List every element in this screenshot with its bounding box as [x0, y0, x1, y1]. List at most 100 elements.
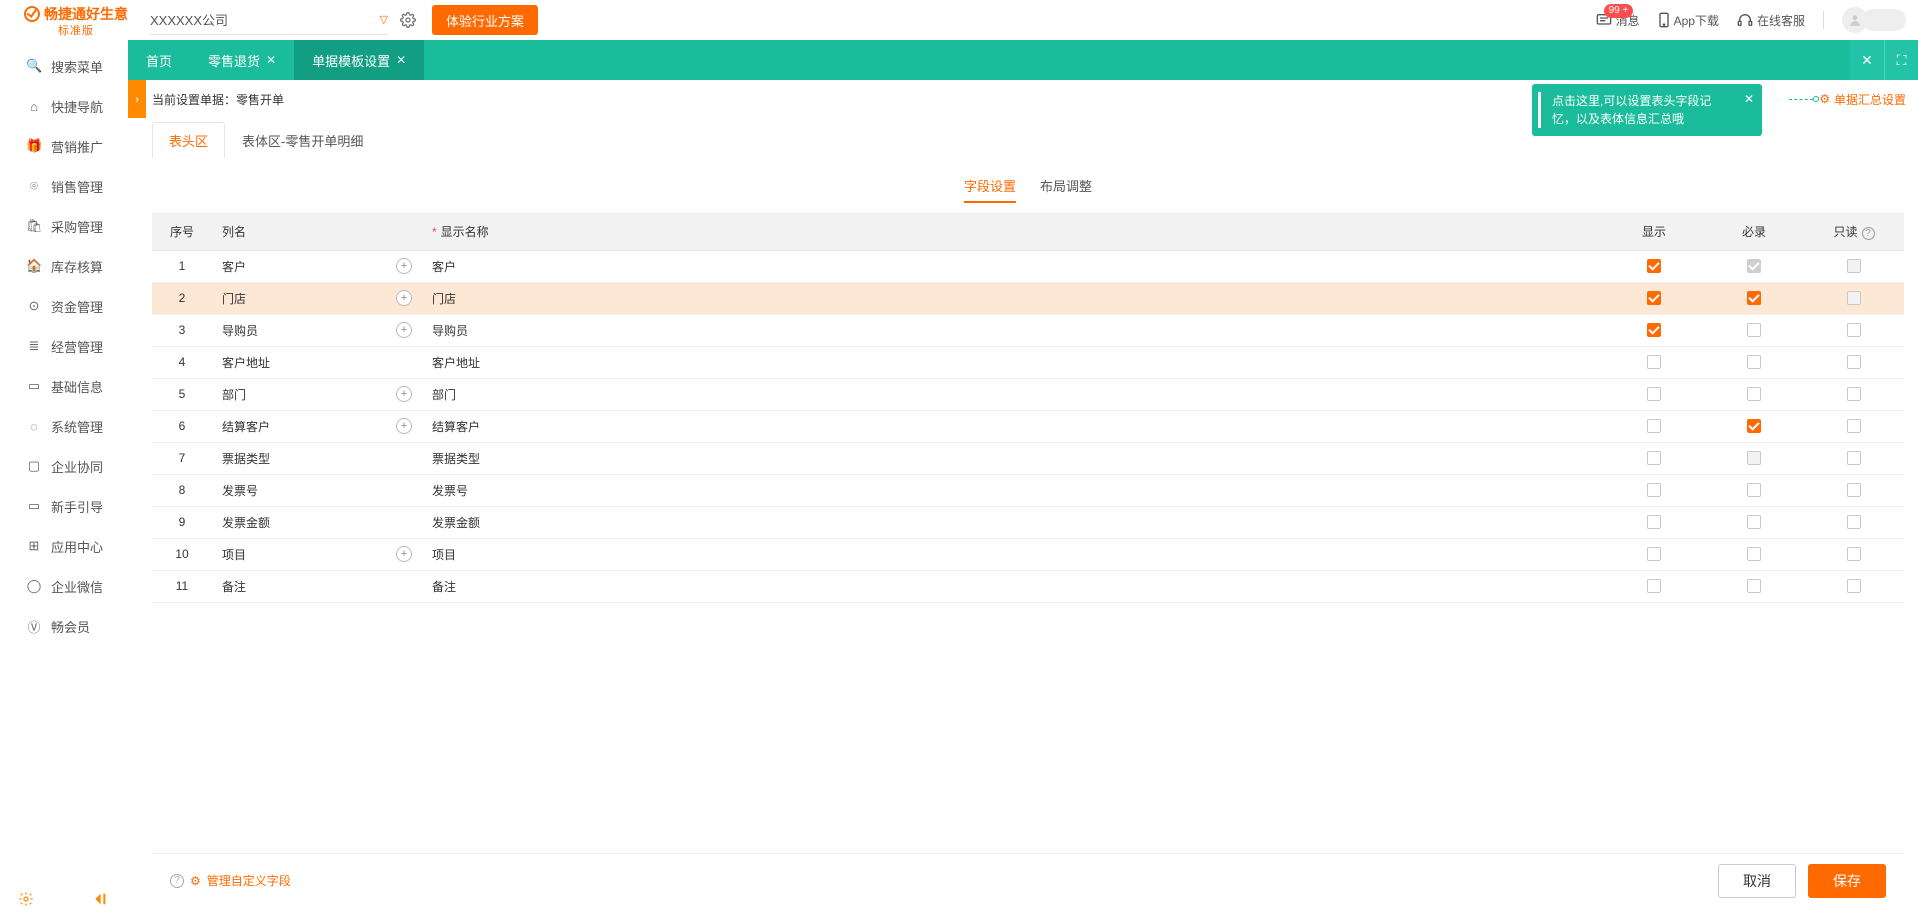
section-tab-0[interactable]: 表头区 [152, 122, 225, 158]
mode-tab-0[interactable]: 字段设置 [964, 176, 1016, 203]
cell-display[interactable]: 客户地址 [422, 346, 1604, 378]
plan-button[interactable]: 体验行业方案 [432, 5, 538, 35]
sidebar-settings-icon[interactable] [18, 891, 34, 907]
app-download-button[interactable]: App下载 [1658, 12, 1719, 29]
add-icon[interactable]: + [396, 418, 412, 434]
cell-display[interactable]: 项目 [422, 538, 1604, 570]
sidebar-item-5[interactable]: 🏠库存核算 [0, 246, 128, 286]
cell-display[interactable]: 发票金额 [422, 506, 1604, 538]
sidebar-item-14[interactable]: Ⓥ畅会员 [0, 606, 128, 646]
checkbox-show[interactable] [1647, 419, 1661, 433]
cell-readonly [1804, 410, 1904, 442]
save-button[interactable]: 保存 [1808, 864, 1886, 898]
messages-button[interactable]: 99 + 消息 [1596, 12, 1640, 29]
sidebar-item-9[interactable]: ◌系统管理 [0, 406, 128, 446]
cell-index: 1 [152, 250, 212, 282]
checkbox-required[interactable] [1747, 579, 1761, 593]
checkbox-readonly[interactable] [1847, 515, 1861, 529]
cell-name: 备注 [212, 570, 422, 602]
checkbox-required[interactable] [1747, 387, 1761, 401]
tooltip-close-icon[interactable]: ✕ [1744, 90, 1754, 108]
checkbox-readonly[interactable] [1847, 451, 1861, 465]
sidebar-item-10[interactable]: ▢企业协同 [0, 446, 128, 486]
checkbox-readonly[interactable] [1847, 387, 1861, 401]
cell-display[interactable]: 部门 [422, 378, 1604, 410]
table-row: 4客户地址客户地址 [152, 346, 1904, 378]
checkbox-show[interactable] [1647, 323, 1661, 337]
sidebar-item-3[interactable]: ⌾销售管理 [0, 166, 128, 206]
sidebar-item-6[interactable]: ⊙资金管理 [0, 286, 128, 326]
summary-settings-link[interactable]: ⚙ 单据汇总设置 [1819, 91, 1906, 108]
gear-icon[interactable] [400, 12, 416, 28]
add-icon[interactable]: + [396, 386, 412, 402]
checkbox-required[interactable] [1747, 291, 1761, 305]
cell-display[interactable]: 结算客户 [422, 410, 1604, 442]
checkbox-readonly[interactable] [1847, 547, 1861, 561]
cell-display[interactable]: 客户 [422, 250, 1604, 282]
user-menu[interactable] [1842, 7, 1906, 33]
checkbox-show[interactable] [1647, 483, 1661, 497]
crumb-expand-icon[interactable]: › [128, 80, 146, 118]
cell-show [1604, 538, 1704, 570]
online-service-button[interactable]: 在线客服 [1737, 12, 1805, 29]
tabbar-fullscreen-button[interactable]: ⛶ [1884, 40, 1918, 80]
checkbox-readonly[interactable] [1847, 355, 1861, 369]
tabbar-close-button[interactable]: ✕ [1850, 40, 1884, 80]
checkbox-required[interactable] [1747, 483, 1761, 497]
cell-display[interactable]: 导购员 [422, 314, 1604, 346]
cell-show [1604, 378, 1704, 410]
sidebar-item-icon: ◯ [26, 578, 42, 594]
checkbox-show[interactable] [1647, 579, 1661, 593]
checkbox-required[interactable] [1747, 355, 1761, 369]
checkbox-readonly[interactable] [1847, 483, 1861, 497]
sidebar-item-8[interactable]: ▭基础信息 [0, 366, 128, 406]
sidebar-item-icon: ▭ [26, 498, 42, 514]
mode-tab-1[interactable]: 布局调整 [1040, 176, 1092, 203]
cell-name: 门店+ [212, 282, 422, 314]
cell-display[interactable]: 票据类型 [422, 442, 1604, 474]
cancel-button[interactable]: 取消 [1718, 864, 1796, 898]
sidebar-item-2[interactable]: 🎁营销推广 [0, 126, 128, 166]
add-icon[interactable]: + [396, 290, 412, 306]
cell-display[interactable]: 备注 [422, 570, 1604, 602]
add-icon[interactable]: + [396, 546, 412, 562]
checkbox-show[interactable] [1647, 355, 1661, 369]
sidebar-item-0[interactable]: 🔍搜索菜单 [0, 46, 128, 86]
add-icon[interactable]: + [396, 322, 412, 338]
section-tab-1[interactable]: 表体区-零售开单明细 [225, 122, 380, 158]
checkbox-show[interactable] [1647, 291, 1661, 305]
cell-display[interactable]: 门店 [422, 282, 1604, 314]
sidebar-collapse-icon[interactable] [94, 892, 110, 906]
checkbox-show[interactable] [1647, 515, 1661, 529]
sidebar-item-label: 应用中心 [51, 537, 103, 556]
sidebar-item-12[interactable]: ⊞应用中心 [0, 526, 128, 566]
checkbox-show[interactable] [1647, 387, 1661, 401]
table-row: 8发票号发票号 [152, 474, 1904, 506]
checkbox-required[interactable] [1747, 419, 1761, 433]
close-icon[interactable]: ✕ [396, 53, 406, 67]
company-select[interactable]: XXXXXX公司 ▽ [150, 5, 388, 35]
checkbox-show[interactable] [1647, 259, 1661, 273]
sidebar-item-11[interactable]: ▭新手引导 [0, 486, 128, 526]
checkbox-show[interactable] [1647, 547, 1661, 561]
checkbox-readonly[interactable] [1847, 579, 1861, 593]
tab-1[interactable]: 零售退货✕ [190, 40, 294, 80]
sidebar-item-7[interactable]: ≣经营管理 [0, 326, 128, 366]
sidebar-item-1[interactable]: ⌂快捷导航 [0, 86, 128, 126]
cell-show [1604, 346, 1704, 378]
cell-display[interactable]: 发票号 [422, 474, 1604, 506]
checkbox-required[interactable] [1747, 515, 1761, 529]
checkbox-readonly[interactable] [1847, 419, 1861, 433]
close-icon[interactable]: ✕ [266, 53, 276, 67]
tab-2[interactable]: 单据模板设置✕ [294, 40, 424, 80]
checkbox-required[interactable] [1747, 547, 1761, 561]
manage-custom-fields-link[interactable]: ? ⚙ 管理自定义字段 [170, 872, 291, 889]
help-icon[interactable]: ? [1862, 227, 1875, 240]
checkbox-readonly[interactable] [1847, 323, 1861, 337]
checkbox-required[interactable] [1747, 323, 1761, 337]
add-icon[interactable]: + [396, 258, 412, 274]
sidebar-item-13[interactable]: ◯企业微信 [0, 566, 128, 606]
tab-0[interactable]: 首页 [128, 40, 190, 80]
checkbox-show[interactable] [1647, 451, 1661, 465]
sidebar-item-4[interactable]: 🛍采购管理 [0, 206, 128, 246]
